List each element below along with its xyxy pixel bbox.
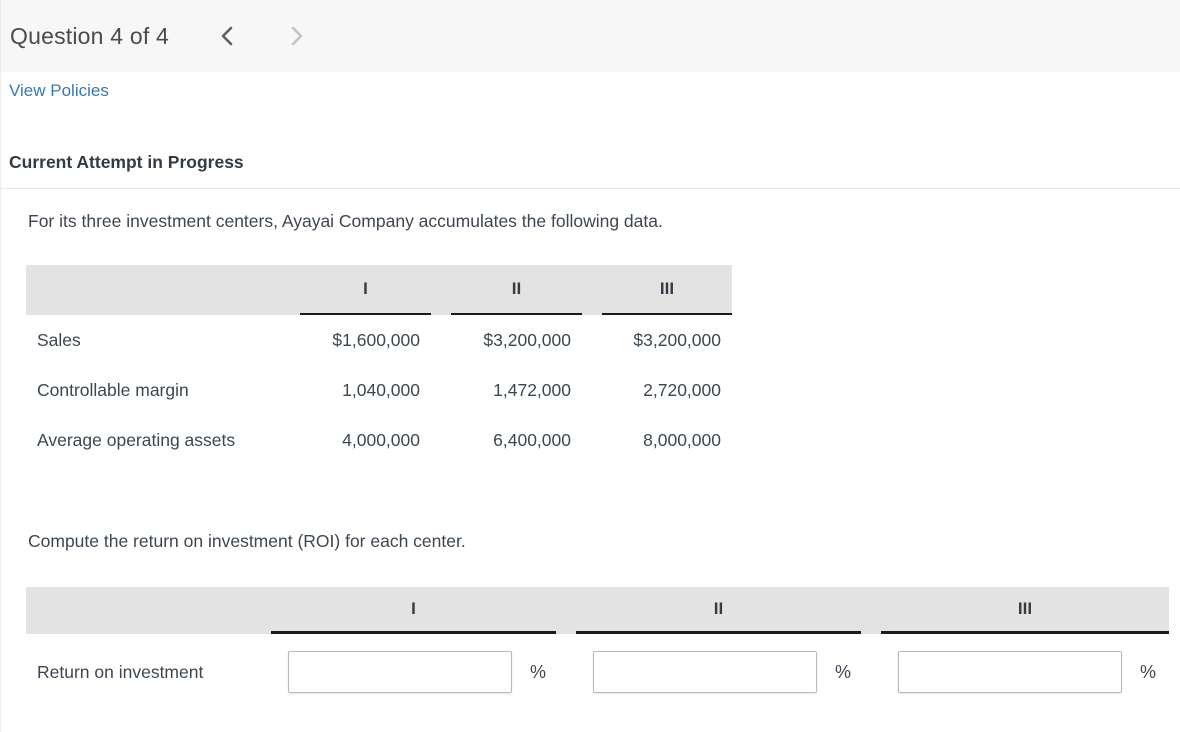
row-label: Average operating assets <box>37 429 236 450</box>
investment-data-table: I II III Sales $1,600,000 $3,200,000 $3,… <box>26 265 732 465</box>
cell-value: $3,200,000 <box>483 329 571 350</box>
cell-gap <box>582 365 602 415</box>
cell-value: 8,000,000 <box>643 429 721 450</box>
cell-gap <box>556 634 576 710</box>
cell-value: $3,200,000 <box>633 329 721 350</box>
header-gap <box>861 587 881 634</box>
header-gap <box>556 587 576 634</box>
table-row-sales: Sales $1,600,000 $3,200,000 $3,200,000 <box>26 315 732 365</box>
cell-gap <box>582 315 602 365</box>
roi-answer-table: I II III Return on investment % % % <box>26 587 1169 710</box>
roi-input-center-II[interactable] <box>593 651 817 693</box>
question-page: Question 4 of 4 View Policies Current At… <box>0 0 1180 732</box>
percent-suffix: % <box>835 661 852 682</box>
view-policies-link[interactable]: View Policies <box>9 81 109 101</box>
cell-gap <box>431 415 451 465</box>
cell-value: 2,720,000 <box>643 379 721 400</box>
header-spacer <box>26 265 300 315</box>
percent-suffix: % <box>530 661 547 682</box>
cell-value: 1,472,000 <box>493 379 571 400</box>
row-label: Sales <box>37 329 81 350</box>
percent-suffix: % <box>1140 661 1157 682</box>
roi-input-center-I[interactable] <box>288 651 512 693</box>
answer-row-return-on-investment: Return on investment % % % <box>26 634 1169 710</box>
cell-value: 6,400,000 <box>493 429 571 450</box>
cell-value: $1,600,000 <box>332 329 420 350</box>
next-question-button[interactable] <box>283 22 311 50</box>
current-attempt-heading: Current Attempt in Progress <box>9 152 244 172</box>
problem-intro-text: For its three investment centers, Ayayai… <box>28 211 663 231</box>
answer-table-header-row: I II III <box>26 587 1169 634</box>
chevron-right-icon <box>289 25 305 47</box>
roi-input-center-III[interactable] <box>898 651 1122 693</box>
header-gap <box>582 265 602 315</box>
cell-gap <box>861 634 881 710</box>
answer-column-header-II: II <box>576 587 861 634</box>
column-header-I: I <box>300 265 431 315</box>
answer-column-header-I: I <box>271 587 556 634</box>
question-header-bar: Question 4 of 4 <box>1 0 1180 72</box>
cell-value: 1,040,000 <box>342 379 420 400</box>
answer-cell-II: % <box>576 634 861 710</box>
cell-value: 4,000,000 <box>342 429 420 450</box>
answer-cell-I: % <box>271 634 556 710</box>
chevron-left-icon <box>219 25 235 47</box>
header-gap <box>431 265 451 315</box>
question-counter: Question 4 of 4 <box>10 22 169 49</box>
table-row-controllable-margin: Controllable margin 1,040,000 1,472,000 … <box>26 365 732 415</box>
answer-cell-III: % <box>881 634 1169 710</box>
table-row-average-operating-assets: Average operating assets 4,000,000 6,400… <box>26 415 732 465</box>
previous-question-button[interactable] <box>213 22 241 50</box>
answer-row-label: Return on investment <box>37 661 204 682</box>
row-label: Controllable margin <box>37 379 189 400</box>
section-divider <box>1 188 1180 189</box>
cell-gap <box>431 365 451 415</box>
header-spacer <box>26 587 271 634</box>
column-header-II: II <box>451 265 582 315</box>
column-header-III: III <box>602 265 732 315</box>
data-table-header-row: I II III <box>26 265 732 315</box>
cell-gap <box>582 415 602 465</box>
roi-instruction-text: Compute the return on investment (ROI) f… <box>28 531 466 551</box>
answer-column-header-III: III <box>881 587 1169 634</box>
cell-gap <box>431 315 451 365</box>
